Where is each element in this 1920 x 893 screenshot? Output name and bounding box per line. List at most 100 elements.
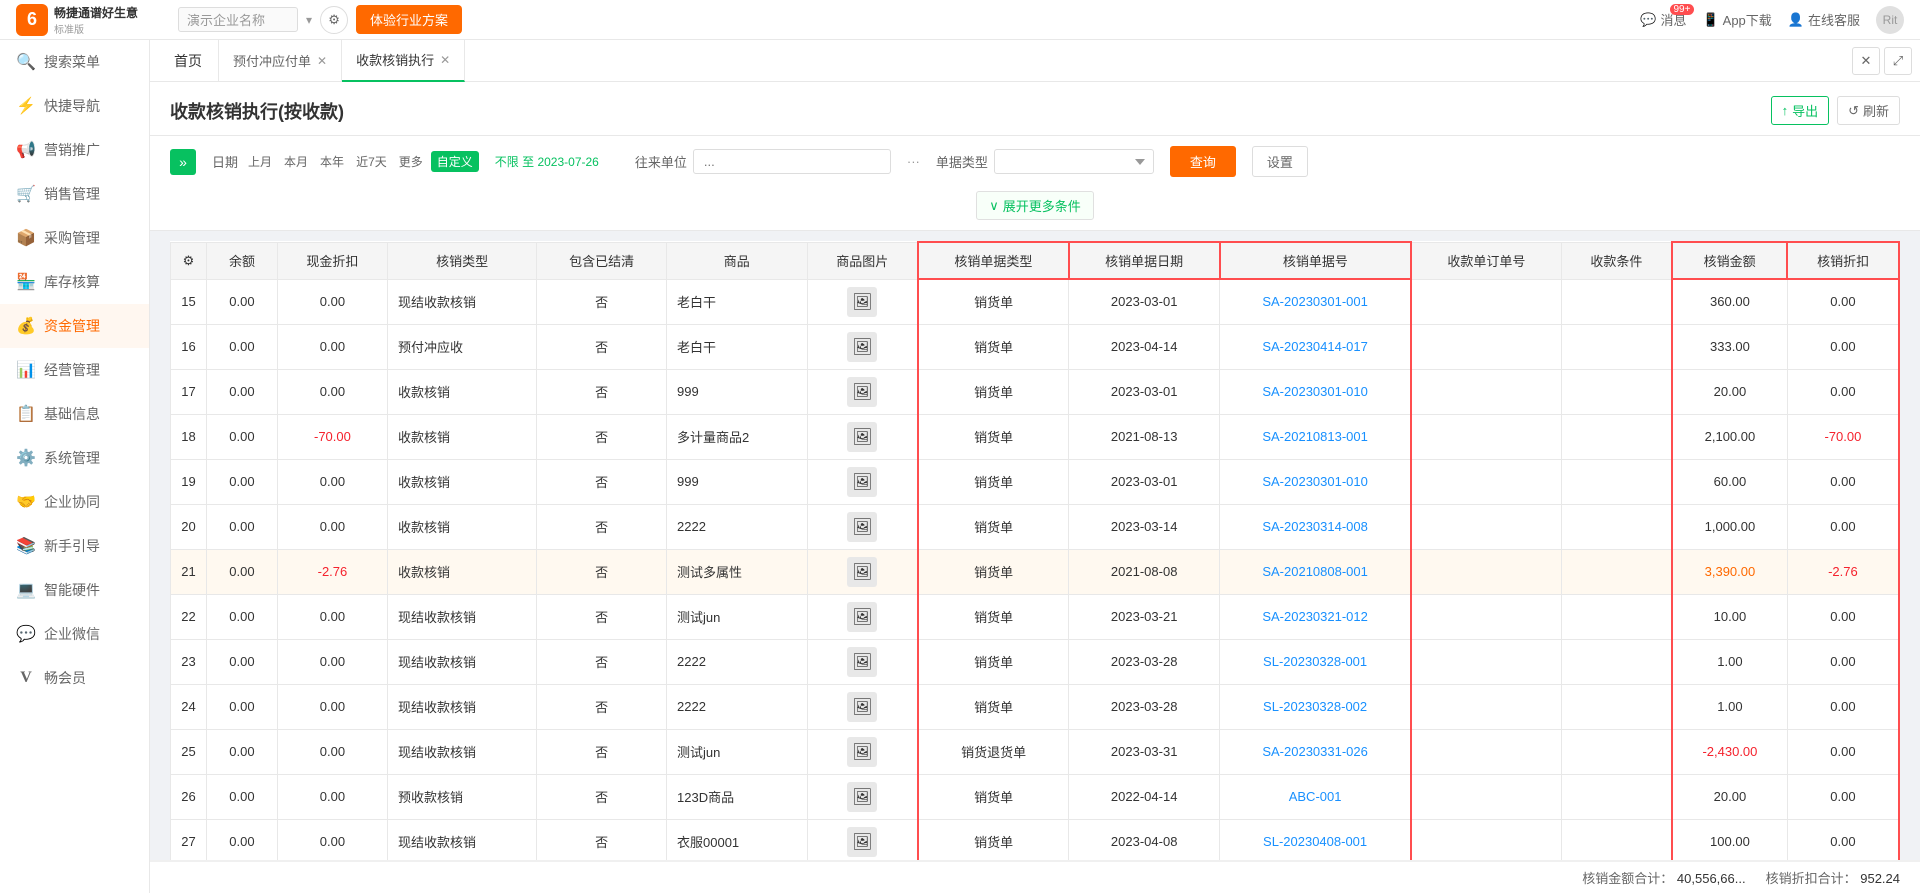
sidebar-item-purchase[interactable]: 📦 采购管理 bbox=[0, 216, 149, 260]
cell-type: 现结收款核销 bbox=[387, 279, 536, 324]
cell-goods: 999 bbox=[667, 459, 808, 504]
sidebar-item-inventory[interactable]: 🏪 库存核算 bbox=[0, 260, 149, 304]
trial-industry-button[interactable]: 体验行业方案 bbox=[356, 5, 462, 34]
cell-voucher-no[interactable]: SA-20230414-017 bbox=[1220, 324, 1412, 369]
tab-bar: 首页 预付冲应付单 ✕ 收款核销执行 ✕ ✕ ⤢ bbox=[150, 40, 1920, 82]
cell-voucher-no[interactable]: SA-20210808-001 bbox=[1220, 549, 1412, 594]
voucher-no-link[interactable]: SA-20210808-001 bbox=[1262, 564, 1368, 579]
voucher-no-link[interactable]: SA-20230301-010 bbox=[1262, 384, 1368, 399]
cell-condition bbox=[1561, 774, 1672, 819]
date-btn-this-year[interactable]: 本年 bbox=[316, 151, 348, 172]
cell-discount: 0.00 bbox=[277, 504, 387, 549]
sidebar-item-marketing[interactable]: 📢 营销推广 bbox=[0, 128, 149, 172]
voucher-no-link[interactable]: SA-20230331-026 bbox=[1262, 744, 1368, 759]
cell-voucher-no[interactable]: SA-20230321-012 bbox=[1220, 594, 1412, 639]
expand-more-button[interactable]: ∨ 展开更多条件 bbox=[976, 191, 1094, 220]
company-name[interactable]: 演示企业名称 bbox=[178, 7, 298, 32]
wechat-icon: 💬 bbox=[16, 624, 36, 644]
voucher-no-link[interactable]: SL-20230408-001 bbox=[1263, 834, 1367, 849]
cell-balance: 0.00 bbox=[207, 774, 278, 819]
th-balance: 余额 bbox=[207, 242, 278, 279]
date-btn-7days[interactable]: 近7天 bbox=[352, 151, 391, 172]
sidebar-item-wechat[interactable]: 💬 企业微信 bbox=[0, 612, 149, 656]
settings-gear-button[interactable]: ⚙ bbox=[320, 6, 348, 34]
cell-voucher-no[interactable]: SA-20230301-001 bbox=[1220, 279, 1412, 324]
tab-home[interactable]: 首页 bbox=[158, 40, 219, 82]
sidebar-item-member[interactable]: V 畅会员 bbox=[0, 656, 149, 700]
voucher-no-link[interactable]: ABC-001 bbox=[1289, 789, 1342, 804]
voucher-no-link[interactable]: SL-20230328-001 bbox=[1263, 654, 1367, 669]
voucher-no-link[interactable]: SA-20230321-012 bbox=[1262, 609, 1368, 624]
party-filter-input[interactable] bbox=[693, 149, 891, 174]
date-btn-more[interactable]: 更多 bbox=[395, 151, 427, 172]
cell-voucher-date: 2023-04-14 bbox=[1069, 324, 1220, 369]
sidebar-item-hardware[interactable]: 💻 智能硬件 bbox=[0, 568, 149, 612]
cell-voucher-no[interactable]: SL-20230408-001 bbox=[1220, 819, 1412, 860]
sidebar-item-quick-nav[interactable]: ⚡ 快捷导航 bbox=[0, 84, 149, 128]
sidebar-item-search[interactable]: 🔍 搜索菜单 bbox=[0, 40, 149, 84]
sidebar-item-finance[interactable]: 💰 资金管理 bbox=[0, 304, 149, 348]
message-button[interactable]: 💬 消息 99+ bbox=[1640, 10, 1686, 29]
cell-voucher-no[interactable]: ABC-001 bbox=[1220, 774, 1412, 819]
cell-voucher-no[interactable]: SA-20230301-010 bbox=[1220, 369, 1412, 414]
query-button[interactable]: 查询 bbox=[1170, 146, 1236, 177]
cell-voucher-no[interactable]: SA-20230314-008 bbox=[1220, 504, 1412, 549]
cell-discount: -70.00 bbox=[277, 414, 387, 459]
refresh-icon: ↺ bbox=[1848, 103, 1859, 119]
sidebar-item-sales[interactable]: 🛒 销售管理 bbox=[0, 172, 149, 216]
user-avatar[interactable]: Rit bbox=[1876, 6, 1904, 34]
voucher-no-link[interactable]: SA-20230314-008 bbox=[1262, 519, 1368, 534]
cell-type: 现结收款核销 bbox=[387, 819, 536, 860]
filter-collapse-button[interactable]: » bbox=[170, 149, 196, 175]
cell-condition bbox=[1561, 279, 1672, 324]
cell-discount: 0.00 bbox=[277, 684, 387, 729]
voucher-no-link[interactable]: SA-20230301-001 bbox=[1262, 294, 1368, 309]
date-custom-button[interactable]: 自定义 bbox=[431, 151, 479, 172]
sidebar-item-base-info[interactable]: 📋 基础信息 bbox=[0, 392, 149, 436]
voucher-no-link[interactable]: SA-20210813-001 bbox=[1262, 429, 1368, 444]
cell-voucher-no[interactable]: SA-20230301-010 bbox=[1220, 459, 1412, 504]
cell-settled: 否 bbox=[537, 819, 667, 860]
sidebar-item-operation[interactable]: 📊 经营管理 bbox=[0, 348, 149, 392]
cell-voucher-no[interactable]: SL-20230328-001 bbox=[1220, 639, 1412, 684]
sidebar-item-collab[interactable]: 🤝 企业协同 bbox=[0, 480, 149, 524]
cell-voucher-no[interactable]: SA-20230331-026 bbox=[1220, 729, 1412, 774]
sidebar-label-quick-nav: 快捷导航 bbox=[44, 96, 100, 116]
voucher-type-select[interactable] bbox=[994, 149, 1154, 174]
table-wrapper[interactable]: ⚙ 余额 现金折扣 核销类型 包含已结清 商品 商品图片 核销单据类型 核销单据… bbox=[150, 231, 1920, 860]
cell-type: 收款核销 bbox=[387, 459, 536, 504]
voucher-no-link[interactable]: SA-20230301-010 bbox=[1262, 474, 1368, 489]
cell-goods-img: 🖼 bbox=[807, 729, 918, 774]
tab-close-window-button[interactable]: ✕ bbox=[1852, 47, 1880, 75]
th-settings[interactable]: ⚙ bbox=[171, 242, 207, 279]
tab-writeoff-close[interactable]: ✕ bbox=[440, 53, 450, 67]
page-title: 收款核销执行(按收款) bbox=[170, 98, 344, 124]
sidebar-item-guide[interactable]: 📚 新手引导 bbox=[0, 524, 149, 568]
settings-button[interactable]: 设置 bbox=[1252, 146, 1308, 177]
cell-voucher-no[interactable]: SA-20210813-001 bbox=[1220, 414, 1412, 459]
th-voucher-date: 核销单据日期 bbox=[1069, 242, 1220, 279]
voucher-no-link[interactable]: SA-20230414-017 bbox=[1262, 339, 1368, 354]
cell-balance: 0.00 bbox=[207, 729, 278, 774]
export-button[interactable]: ↑ 导出 bbox=[1771, 96, 1830, 125]
cell-settled: 否 bbox=[537, 504, 667, 549]
tab-prepayment[interactable]: 预付冲应付单 ✕ bbox=[219, 40, 342, 82]
date-btn-last-month[interactable]: 上月 bbox=[244, 151, 276, 172]
online-service-button[interactable]: 👤 在线客服 bbox=[1788, 10, 1860, 29]
tab-maximize-button[interactable]: ⤢ bbox=[1884, 47, 1912, 75]
sidebar-item-system[interactable]: ⚙️ 系统管理 bbox=[0, 436, 149, 480]
tab-prepayment-close[interactable]: ✕ bbox=[317, 54, 327, 68]
voucher-no-link[interactable]: SL-20230328-002 bbox=[1263, 699, 1367, 714]
company-dropdown-arrow[interactable]: ▾ bbox=[306, 13, 312, 27]
column-settings-icon[interactable]: ⚙ bbox=[183, 253, 195, 268]
sidebar-label-base-info: 基础信息 bbox=[44, 404, 100, 424]
th-goods: 商品 bbox=[667, 242, 808, 279]
refresh-button[interactable]: ↺ 刷新 bbox=[1837, 96, 1900, 125]
cell-voucher-no[interactable]: SL-20230328-002 bbox=[1220, 684, 1412, 729]
app-download-button[interactable]: 📱 App下载 bbox=[1702, 10, 1771, 29]
cell-no: 25 bbox=[171, 729, 207, 774]
brand-name: 畅捷通谱好生意 bbox=[54, 4, 138, 21]
tab-writeoff[interactable]: 收款核销执行 ✕ bbox=[342, 40, 465, 82]
cell-discount: -2.76 bbox=[277, 549, 387, 594]
date-btn-this-month[interactable]: 本月 bbox=[280, 151, 312, 172]
